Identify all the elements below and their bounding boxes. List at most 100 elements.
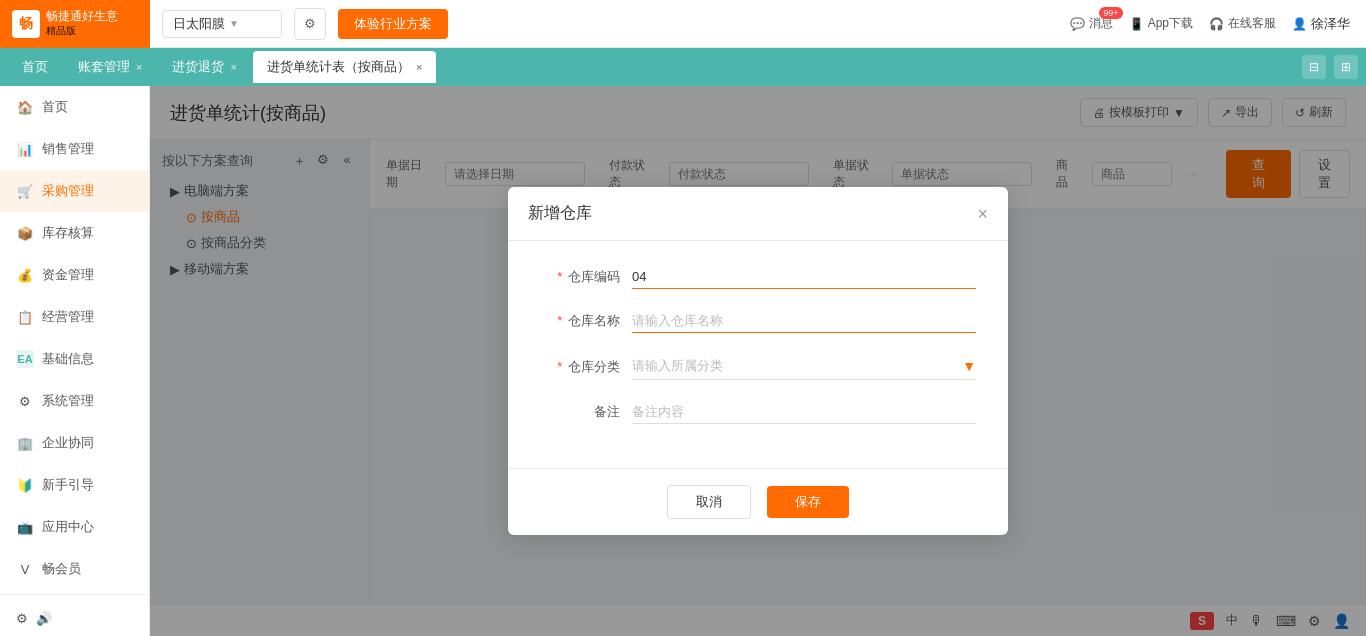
modal-footer: 取消 保存 [508,468,1008,535]
app-icon: 📺 [16,518,34,536]
sidebar-item-member[interactable]: V 畅会员 [0,548,149,590]
note-input[interactable] [632,400,976,424]
app-download-label: App下载 [1148,15,1193,32]
tab-accounts-label: 账套管理 [78,58,130,76]
inventory-icon: 📦 [16,224,34,242]
code-input[interactable] [632,265,976,289]
message-button[interactable]: 💬 消息 99+ [1070,15,1113,32]
content-area: 进货单统计(按商品) 🖨 按模板打印 ▼ ↗ 导出 ↺ 刷新 [150,86,1366,636]
sidebar-item-sales-label: 销售管理 [42,140,94,158]
logo-text: 畅捷通好生意 精品版 [46,9,118,39]
home-icon: 🏠 [16,98,34,116]
note-row: 备注 [540,400,976,424]
username-label: 徐泽华 [1311,15,1350,33]
category-label: * 仓库分类 [540,358,620,376]
cancel-button[interactable]: 取消 [667,485,751,519]
gear-button[interactable]: ⚙ [294,8,326,40]
sidebar-item-finance[interactable]: 💰 资金管理 [0,254,149,296]
trial-button[interactable]: 体验行业方案 [338,9,448,39]
sidebar-item-enterprise-label: 企业协同 [42,434,94,452]
sidebar-item-purchase-label: 采购管理 [42,182,94,200]
speaker-icon: 🔊 [36,611,52,626]
tab-home[interactable]: 首页 [8,51,62,83]
sidebar-item-system[interactable]: ⚙ 系统管理 [0,380,149,422]
store-selector[interactable]: 日太阳膜 ▼ [162,10,282,38]
modal-title: 新增仓库 [528,203,592,224]
name-input[interactable] [632,309,976,333]
sidebar-item-guide-label: 新手引导 [42,476,94,494]
tab-home-label: 首页 [22,58,48,76]
tab-purchase-return-label: 进货退货 [172,58,224,76]
sidebar-item-member-label: 畅会员 [42,560,81,578]
modal-close-button[interactable]: × [977,205,988,223]
tab-right-actions: ⊟ ⊞ [1302,55,1358,79]
store-name: 日太阳膜 [173,15,225,33]
category-row: * 仓库分类 请输入所属分类 ▼ [540,353,976,380]
operation-icon: 📋 [16,308,34,326]
note-label: 备注 [540,403,620,421]
new-warehouse-modal: 新增仓库 × * 仓库编码 * [508,187,1008,535]
purchase-icon: 🛒 [16,182,34,200]
tab-purchase-stats-label: 进货单统计表（按商品） [267,58,410,76]
sidebar-item-enterprise[interactable]: 🏢 企业协同 [0,422,149,464]
sidebar-item-home[interactable]: 🏠 首页 [0,86,149,128]
category-required: * [557,359,562,374]
tab-purchase-stats-close[interactable]: × [416,61,422,73]
enterprise-icon: 🏢 [16,434,34,452]
sidebar-item-purchase[interactable]: 🛒 采购管理 [0,170,149,212]
sidebar-item-app[interactable]: 📺 应用中心 [0,506,149,548]
logo-icon: 畅 [12,10,40,38]
message-icon: 💬 [1070,17,1085,31]
sidebar-item-home-label: 首页 [42,98,68,116]
category-label-text: 仓库分类 [568,359,620,374]
online-service-button[interactable]: 🎧 在线客服 [1209,15,1276,32]
tab-accounts[interactable]: 账套管理 × [64,51,156,83]
chevron-down-icon: ▼ [229,18,239,29]
sidebar-divider [0,594,149,595]
code-row: * 仓库编码 [540,265,976,289]
user-menu[interactable]: 👤 徐泽华 [1292,15,1350,33]
name-row: * 仓库名称 [540,309,976,333]
name-label-text: 仓库名称 [568,313,620,328]
category-chevron-icon: ▼ [962,358,976,374]
sidebar-item-finance-label: 资金管理 [42,266,94,284]
modal-body: * 仓库编码 * 仓库名称 [508,241,1008,468]
app-download-button[interactable]: 📱 App下载 [1129,15,1193,32]
sidebar-item-app-label: 应用中心 [42,518,94,536]
code-required: * [557,269,562,284]
user-avatar-icon: 👤 [1292,17,1307,31]
logo-area: 畅 畅捷通好生意 精品版 [0,0,150,48]
sidebar: 🏠 首页 📊 销售管理 🛒 采购管理 📦 库存核算 💰 资金管理 📋 经营管理 … [0,86,150,636]
sidebar-item-guide[interactable]: 🔰 新手引导 [0,464,149,506]
tab-purchase-stats[interactable]: 进货单统计表（按商品） × [253,51,436,83]
modal-overlay: 新增仓库 × * 仓库编码 * [150,86,1366,636]
main-layout: 🏠 首页 📊 销售管理 🛒 采购管理 📦 库存核算 💰 资金管理 📋 经营管理 … [0,86,1366,636]
online-service-label: 在线客服 [1228,15,1276,32]
tab-bar: 首页 账套管理 × 进货退货 × 进货单统计表（按商品） × ⊟ ⊞ [0,48,1366,86]
sidebar-item-inventory-label: 库存核算 [42,224,94,242]
tab-purchase-return[interactable]: 进货退货 × [158,51,250,83]
tab-restore-button[interactable]: ⊟ [1302,55,1326,79]
tab-accounts-close[interactable]: × [136,61,142,73]
tab-purchase-return-close[interactable]: × [230,61,236,73]
header-right: 💬 消息 99+ 📱 App下载 🎧 在线客服 👤 徐泽华 [1070,15,1350,33]
tab-maximize-button[interactable]: ⊞ [1334,55,1358,79]
note-label-text: 备注 [594,404,620,419]
code-label-text: 仓库编码 [568,269,620,284]
sidebar-item-inventory[interactable]: 📦 库存核算 [0,212,149,254]
system-icon: ⚙ [16,392,34,410]
category-select[interactable]: 请输入所属分类 ▼ [632,353,976,380]
phone-icon: 📱 [1129,17,1144,31]
sales-icon: 📊 [16,140,34,158]
sidebar-item-basic[interactable]: EA 基础信息 [0,338,149,380]
sidebar-item-basic-label: 基础信息 [42,350,94,368]
save-button[interactable]: 保存 [767,486,849,518]
basic-icon: EA [16,350,34,368]
sidebar-item-sales[interactable]: 📊 销售管理 [0,128,149,170]
guide-icon: 🔰 [16,476,34,494]
sidebar-item-operation-label: 经营管理 [42,308,94,326]
sidebar-item-operation[interactable]: 📋 经营管理 [0,296,149,338]
name-label: * 仓库名称 [540,312,620,330]
sidebar-settings[interactable]: ⚙ 🔊 [0,599,149,636]
name-required: * [557,313,562,328]
